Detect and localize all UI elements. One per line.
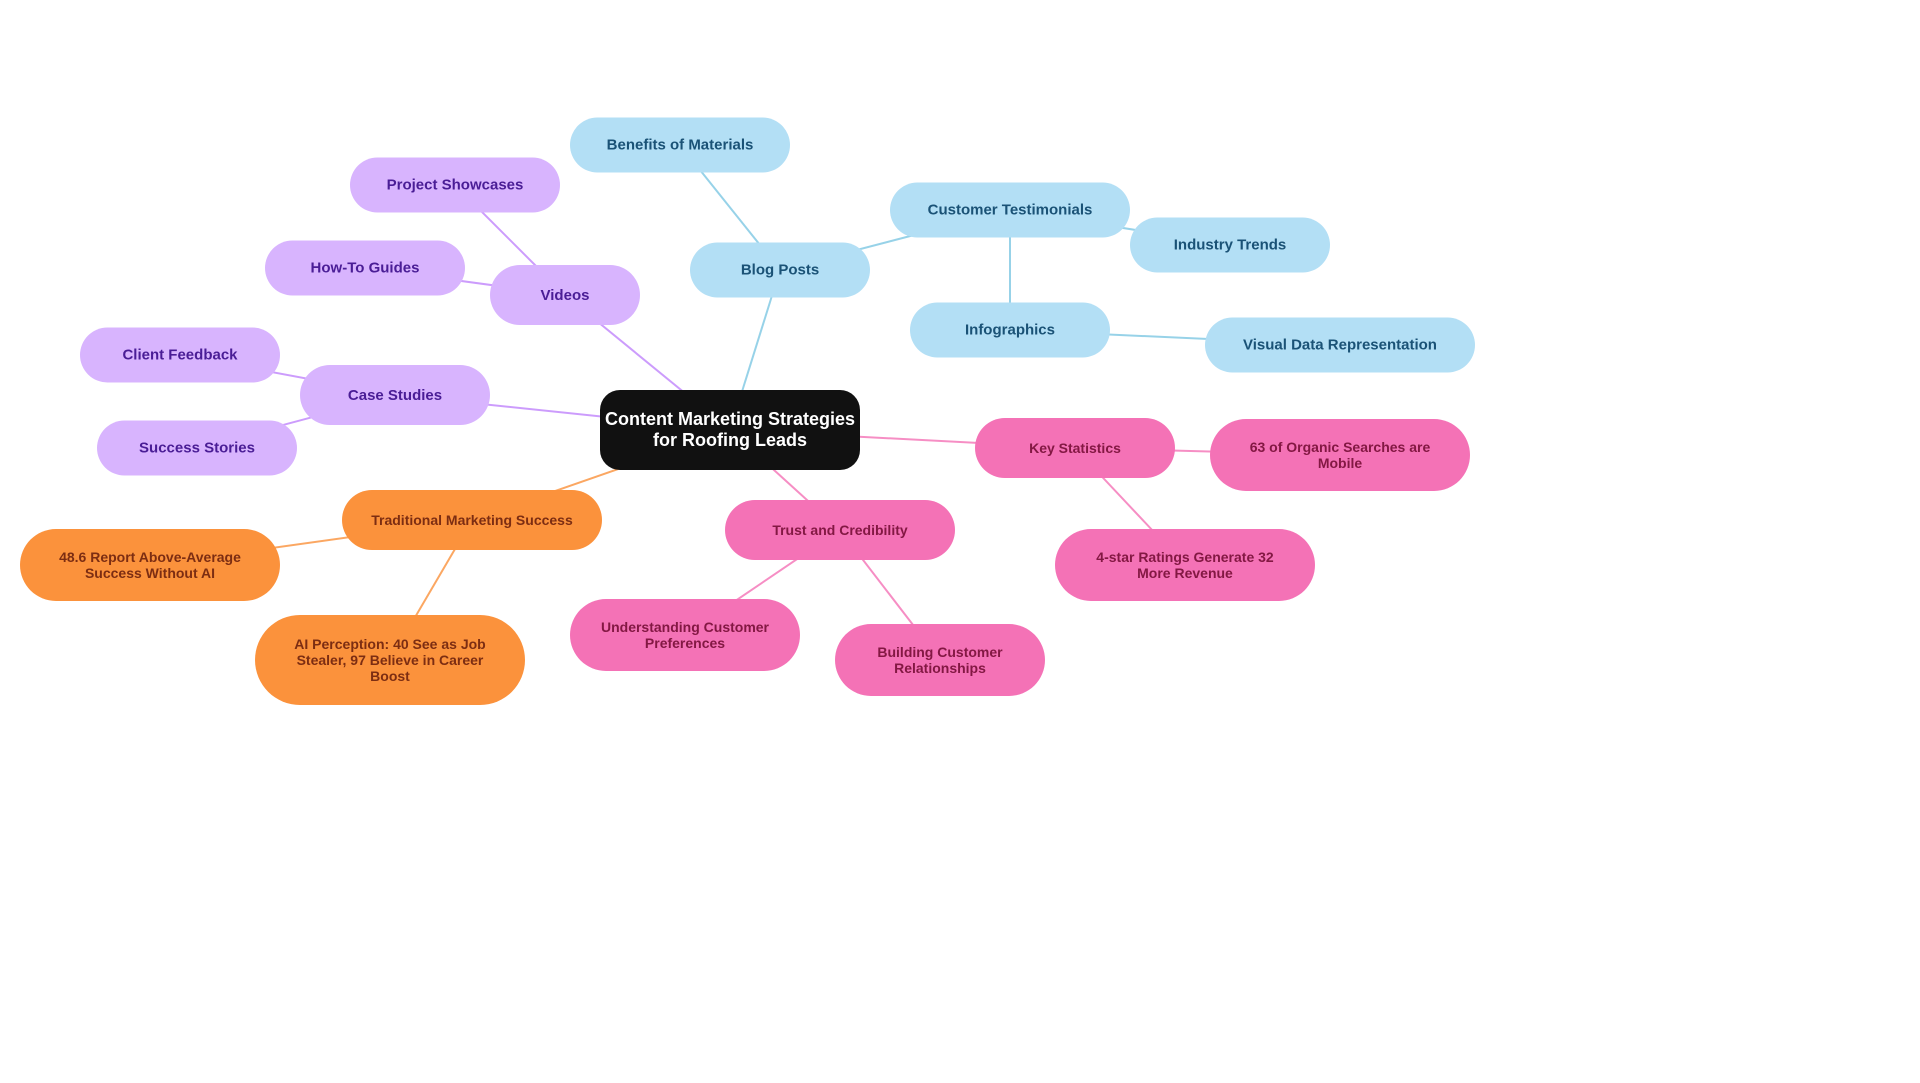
node-infographics: Infographics [910,303,1110,358]
node-howto: How-To Guides [265,241,465,296]
node-industry: Industry Trends [1130,218,1330,273]
node-trad: Traditional Marketing Success [342,490,602,550]
node-videos: Videos [490,265,640,325]
node-trust: Trust and Credibility [725,500,955,560]
node-blog: Blog Posts [690,243,870,298]
node-ratings: 4-star Ratings Generate 32 More Revenue [1055,529,1315,601]
node-center: Content Marketing Strategies for Roofing… [600,390,860,470]
node-building: Building Customer Relationships [835,624,1045,696]
connections-svg [0,0,1920,1083]
node-benefits: Benefits of Materials [570,118,790,173]
node-visual-data: Visual Data Representation [1205,318,1475,373]
node-understand: Understanding Customer Preferences [570,599,800,671]
node-organic: 63 of Organic Searches are Mobile [1210,419,1470,491]
node-customer-test: Customer Testimonials [890,183,1130,238]
node-ai-perc: AI Perception: 40 See as Job Stealer, 97… [255,615,525,705]
node-above-avg: 48.6 Report Above-Average Success Withou… [20,529,280,601]
node-success: Success Stories [97,421,297,476]
mindmap-canvas: Content Marketing Strategies for Roofing… [0,0,1920,1083]
node-key-stats: Key Statistics [975,418,1175,478]
node-client: Client Feedback [80,328,280,383]
node-project: Project Showcases [350,158,560,213]
node-case: Case Studies [300,365,490,425]
